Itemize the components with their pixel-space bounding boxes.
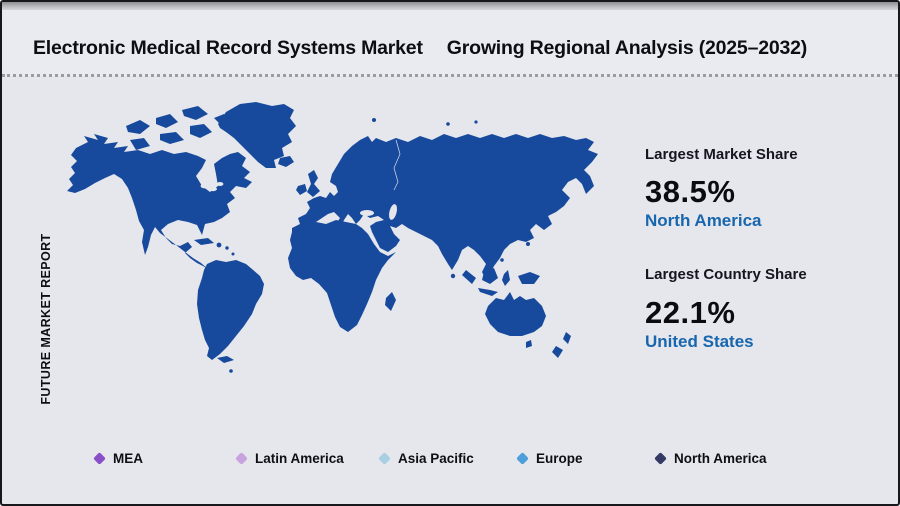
legend-label: Asia Pacific	[398, 450, 474, 466]
legend-item-europe: Europe	[516, 448, 583, 468]
region-legend: MEA Latin America Asia Pacific Europe No…	[2, 448, 898, 468]
north-america-diamond-icon	[654, 451, 667, 465]
legend-label: Europe	[536, 450, 583, 466]
legend-item-asia-pacific: Asia Pacific	[378, 448, 474, 468]
legend-item-latin-america: Latin America	[235, 448, 344, 468]
latin-america-diamond-icon	[235, 451, 248, 465]
world-map-svg	[67, 102, 598, 373]
infographic-frame: Electronic Medical Record Systems Market…	[0, 0, 900, 506]
legend-label: MEA	[113, 450, 143, 466]
legend-item-mea: MEA	[93, 448, 143, 468]
legend-label: Latin America	[255, 450, 344, 466]
mea-diamond-icon	[93, 451, 106, 465]
largest-market-share-value: 38.5%	[645, 174, 736, 209]
europe-diamond-icon	[516, 451, 529, 465]
asia-pacific-diamond-icon	[378, 451, 391, 465]
largest-country-share-value: 22.1%	[645, 295, 736, 330]
legend-item-north-america: North America	[654, 448, 767, 468]
page-title-part1: Electronic Medical Record Systems Market	[33, 37, 423, 59]
brand-vertical-label: FUTURE MARKET REPORT	[39, 233, 53, 405]
largest-market-share-label: Largest Market Share	[645, 146, 798, 163]
page-title: Electronic Medical Record Systems Market…	[33, 37, 893, 60]
top-accent-strip	[2, 2, 898, 10]
legend-label: North America	[674, 450, 767, 466]
dotted-separator	[2, 74, 898, 77]
world-map	[64, 94, 622, 404]
largest-country-share-region: United States	[645, 332, 754, 351]
largest-market-share-region: North America	[645, 211, 762, 230]
largest-country-share-label: Largest Country Share	[645, 266, 807, 283]
page-title-part2: Growing Regional Analysis (2025–2032)	[446, 37, 808, 59]
world-map-land	[67, 102, 598, 373]
